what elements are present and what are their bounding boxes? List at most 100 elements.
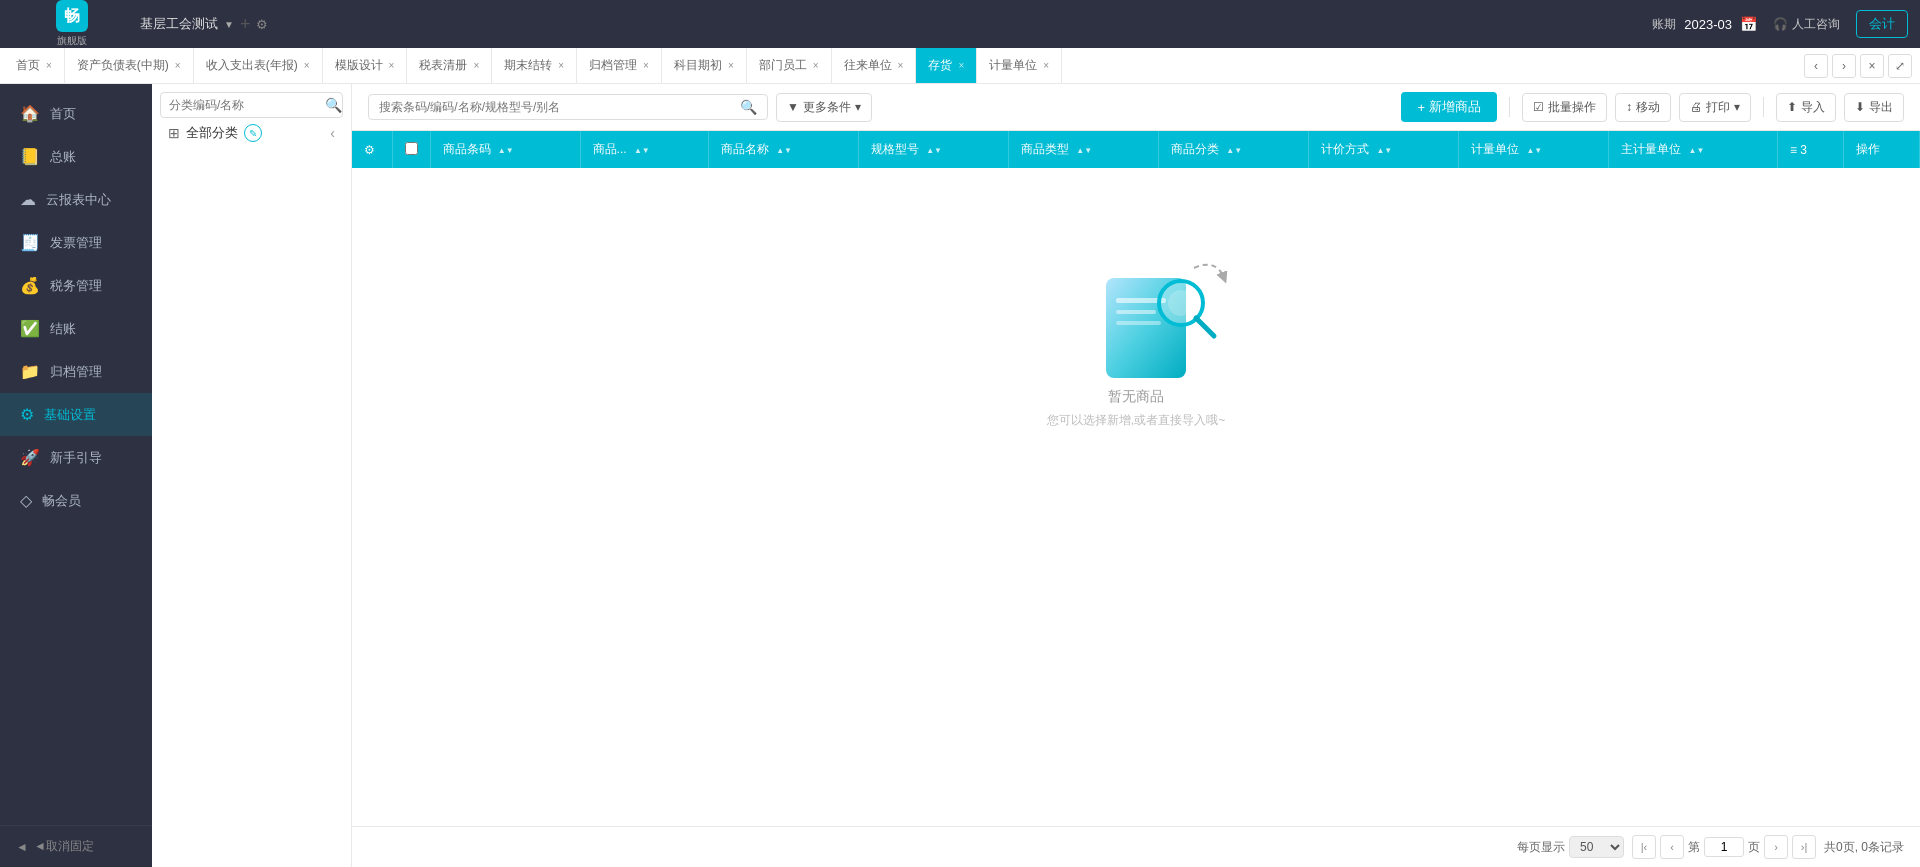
th-col3[interactable]: ≡ 3: [1777, 131, 1843, 168]
th-type[interactable]: 商品类型 ▲▼: [1008, 131, 1158, 168]
sidebar-item-tax[interactable]: 💰 税务管理: [0, 264, 152, 307]
sort-code[interactable]: ▲▼: [634, 147, 650, 155]
tab-archive-close[interactable]: ×: [643, 60, 649, 71]
tab-home[interactable]: 首页 ×: [4, 48, 65, 84]
th-main-unit-label: 主计量单位: [1621, 142, 1681, 156]
category-all-item[interactable]: ⊞ 全部分类 ✎ ‹: [160, 118, 343, 148]
th-spec[interactable]: 规格型号 ▲▼: [858, 131, 1008, 168]
sort-type[interactable]: ▲▼: [1076, 147, 1092, 155]
tab-unit-close[interactable]: ×: [1043, 60, 1049, 71]
tab-balance-close[interactable]: ×: [175, 60, 181, 71]
sidebar-item-ledger[interactable]: 📒 总账: [0, 135, 152, 178]
tab-balance[interactable]: 资产负债表(中期) ×: [65, 48, 194, 84]
tab-income-close[interactable]: ×: [304, 60, 310, 71]
th-code[interactable]: 商品... ▲▼: [580, 131, 708, 168]
main-search-icon[interactable]: 🔍: [740, 99, 757, 115]
tab-dept-close[interactable]: ×: [813, 60, 819, 71]
tab-tax[interactable]: 税表清册 ×: [407, 48, 492, 84]
tab-home-close[interactable]: ×: [46, 60, 52, 71]
main-search-input[interactable]: [379, 100, 734, 114]
move-button[interactable]: ↕ 移动: [1615, 93, 1671, 122]
category-search-wrap: 🔍: [160, 92, 343, 118]
last-page-btn[interactable]: ›|: [1792, 835, 1816, 859]
tab-template[interactable]: 模版设计 ×: [323, 48, 408, 84]
data-table-wrap[interactable]: ⚙ 商品条码 ▲▼ 商品... ▲▼: [352, 131, 1920, 826]
category-edit-icon[interactable]: ✎: [244, 124, 262, 142]
app-logo[interactable]: 畅 旗舰版: [12, 0, 132, 48]
tab-subject[interactable]: 科目期初 ×: [662, 48, 747, 84]
filter-button[interactable]: ▼ 更多条件 ▾: [776, 93, 872, 122]
sort-pricing[interactable]: ▲▼: [1376, 147, 1392, 155]
batch-button[interactable]: ☑ 批量操作: [1522, 93, 1607, 122]
tab-close-all-btn[interactable]: ×: [1860, 54, 1884, 78]
sidebar-invoice-label: 发票管理: [50, 234, 102, 252]
add-company-icon[interactable]: +: [240, 14, 251, 35]
th-category[interactable]: 商品分类 ▲▼: [1158, 131, 1308, 168]
tab-inventory-close[interactable]: ×: [958, 60, 964, 71]
add-product-button[interactable]: + 新增商品: [1401, 92, 1497, 122]
th-name[interactable]: 商品名称 ▲▼: [708, 131, 858, 168]
sidebar-item-member[interactable]: ◇ 畅会员: [0, 479, 152, 522]
tab-dept[interactable]: 部门员工 ×: [747, 48, 832, 84]
tab-partner-close[interactable]: ×: [898, 60, 904, 71]
import-button[interactable]: ⬆ 导入: [1776, 93, 1836, 122]
sort-spec[interactable]: ▲▼: [926, 147, 942, 155]
tab-period-close[interactable]: 期末结转 ×: [492, 48, 577, 84]
th-settings[interactable]: ⚙: [352, 131, 392, 168]
collapse-icon[interactable]: ‹: [330, 125, 335, 141]
sidebar-item-home[interactable]: 🏠 首页: [0, 92, 152, 135]
sidebar-item-report[interactable]: ☁ 云报表中心: [0, 178, 152, 221]
company-dropdown-icon[interactable]: ▼: [224, 19, 234, 30]
batch-icon: ☑: [1533, 100, 1544, 114]
account-button[interactable]: 会计: [1856, 10, 1908, 38]
tab-tax-close[interactable]: ×: [473, 60, 479, 71]
th-action-label: 操作: [1856, 142, 1880, 156]
tab-template-close[interactable]: ×: [389, 60, 395, 71]
first-page-btn[interactable]: |‹: [1632, 835, 1656, 859]
tab-partner[interactable]: 往来单位 ×: [832, 48, 917, 84]
tab-prev-btn[interactable]: ‹: [1804, 54, 1828, 78]
tab-subject-close[interactable]: ×: [728, 60, 734, 71]
th-unit[interactable]: 计量单位 ▲▼: [1459, 131, 1609, 168]
service-button[interactable]: 🎧 人工咨询: [1765, 12, 1848, 37]
sidebar-item-settings[interactable]: ⚙ 基础设置: [0, 393, 152, 436]
th-checkbox[interactable]: [392, 131, 430, 168]
sort-category[interactable]: ▲▼: [1226, 147, 1242, 155]
next-page-btn[interactable]: ›: [1764, 835, 1788, 859]
th-pricing[interactable]: 计价方式 ▲▼: [1309, 131, 1459, 168]
sidebar-ledger-label: 总账: [50, 148, 76, 166]
page-input[interactable]: [1704, 837, 1744, 857]
sidebar-item-archive[interactable]: 📁 归档管理: [0, 350, 152, 393]
tab-period-close-x[interactable]: ×: [558, 60, 564, 71]
tab-income[interactable]: 收入支出表(年报) ×: [194, 48, 323, 84]
page-size-dropdown[interactable]: 50 100 200: [1569, 836, 1624, 858]
batch-label: 批量操作: [1548, 99, 1596, 116]
sort-barcode[interactable]: ▲▼: [498, 147, 514, 155]
main-layout: 🏠 首页 📒 总账 ☁ 云报表中心 🧾 发票管理 💰 税务管理 ✅ 结账 📁 归…: [0, 84, 1920, 867]
tab-archive[interactable]: 归档管理 ×: [577, 48, 662, 84]
th-barcode[interactable]: 商品条码 ▲▼: [430, 131, 580, 168]
sidebar-item-invoice[interactable]: 🧾 发票管理: [0, 221, 152, 264]
calendar-icon[interactable]: 📅: [1740, 16, 1757, 32]
sort-unit[interactable]: ▲▼: [1526, 147, 1542, 155]
prev-page-btn[interactable]: ‹: [1660, 835, 1684, 859]
tab-next-btn[interactable]: ›: [1832, 54, 1856, 78]
company-selector[interactable]: 基层工会测试 ▼ + ⚙: [140, 14, 1644, 35]
svg-point-5: [1168, 290, 1194, 316]
tab-balance-label: 资产负债表(中期): [77, 57, 169, 74]
category-search-input[interactable]: [169, 98, 319, 112]
sidebar-unpin-button[interactable]: ◄ ◄取消固定: [0, 825, 152, 867]
category-search-icon[interactable]: 🔍: [325, 97, 342, 113]
tab-inventory[interactable]: 存货 ×: [916, 48, 977, 84]
sort-name[interactable]: ▲▼: [776, 147, 792, 155]
sidebar-item-guide[interactable]: 🚀 新手引导: [0, 436, 152, 479]
sort-main-unit[interactable]: ▲▼: [1689, 147, 1705, 155]
export-button[interactable]: ⬇ 导出: [1844, 93, 1904, 122]
settings-icon[interactable]: ⚙: [256, 17, 268, 32]
tab-expand-btn[interactable]: ⤢: [1888, 54, 1912, 78]
tab-unit[interactable]: 计量单位 ×: [977, 48, 1062, 84]
sidebar-item-closing[interactable]: ✅ 结账: [0, 307, 152, 350]
select-all-checkbox[interactable]: [405, 142, 418, 155]
print-button[interactable]: 🖨 打印 ▾: [1679, 93, 1751, 122]
th-main-unit[interactable]: 主计量单位 ▲▼: [1609, 131, 1778, 168]
